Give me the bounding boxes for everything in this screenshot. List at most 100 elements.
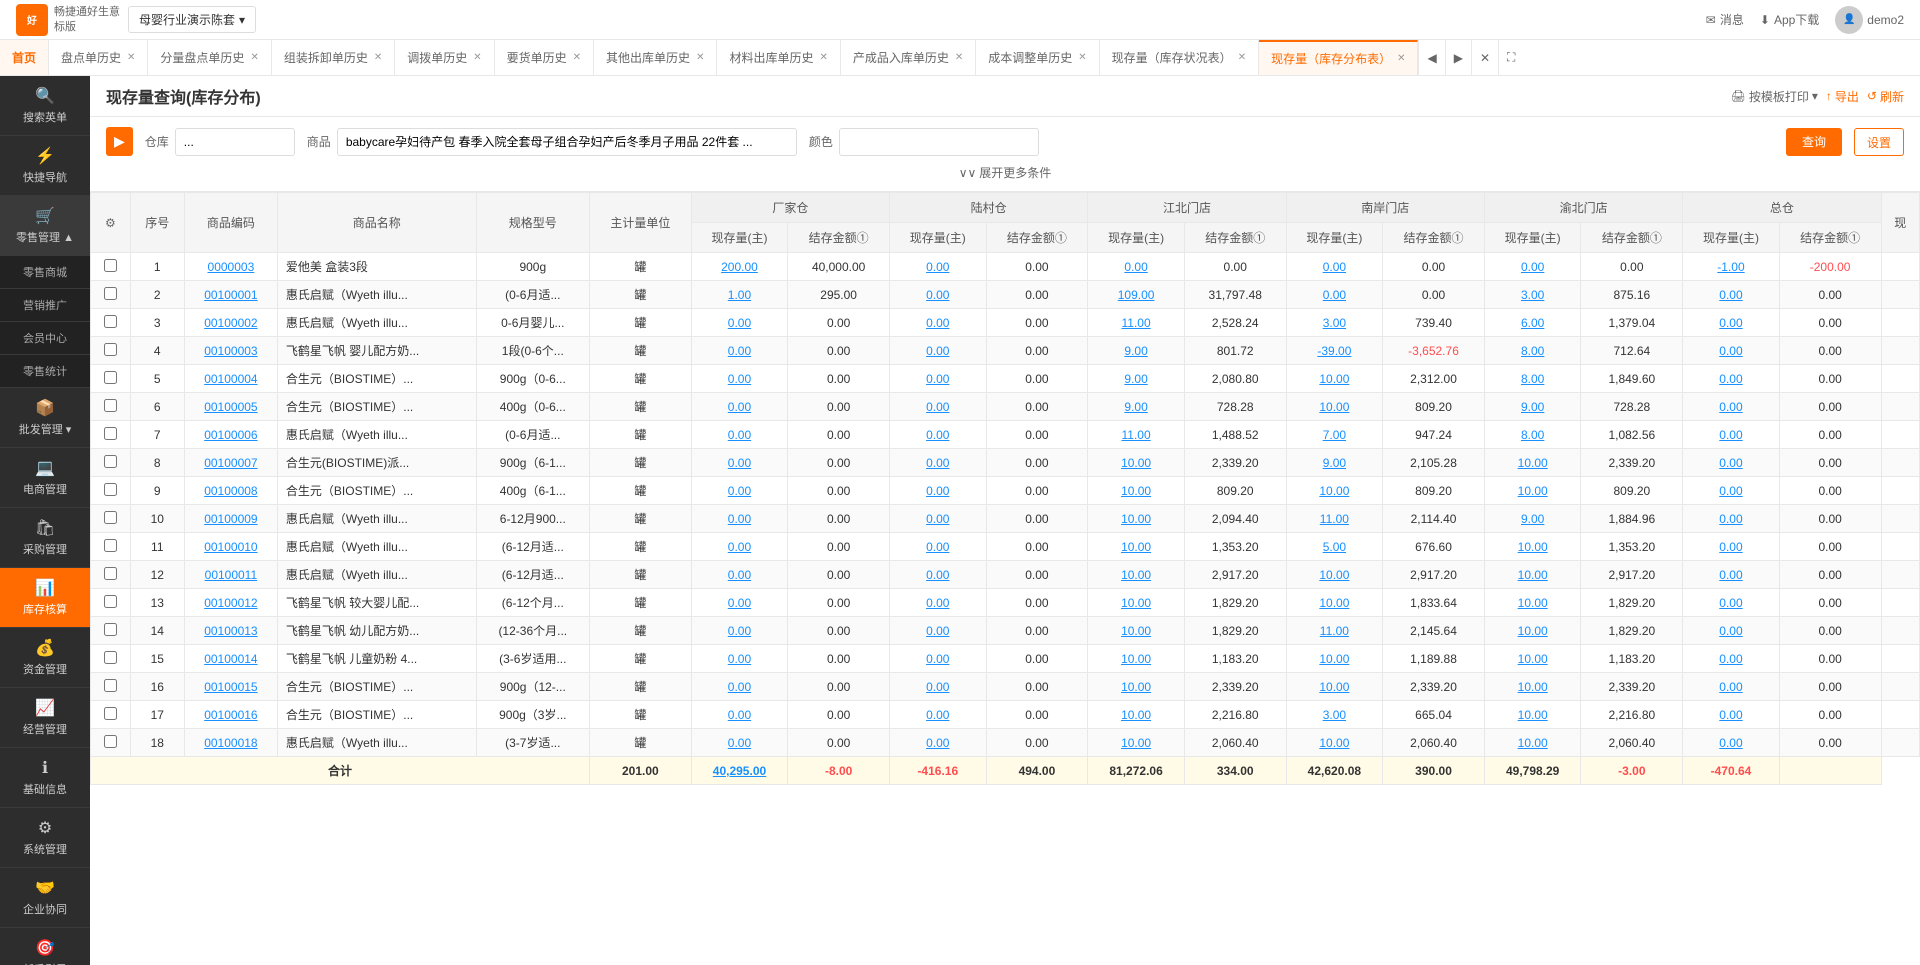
row-yb-qty[interactable]: 8.00	[1484, 337, 1581, 365]
sidebar-item-finance[interactable]: 💰 资金管理	[0, 628, 90, 688]
row-jb-qty[interactable]: 10.00	[1088, 477, 1185, 505]
row-fc-qty[interactable]: 0.00	[691, 309, 788, 337]
row-na-qty[interactable]: 10.00	[1286, 729, 1383, 757]
print-button[interactable]: 🖨 按模板打印 ▾	[1731, 88, 1818, 105]
row-yb-qty[interactable]: 10.00	[1484, 673, 1581, 701]
tab-close-all-btn[interactable]: ✕	[1471, 40, 1498, 75]
row-fc-qty[interactable]: 0.00	[691, 673, 788, 701]
row-na-qty[interactable]: 3.00	[1286, 701, 1383, 729]
row-code[interactable]: 00100009	[184, 505, 277, 533]
sidebar-item-retail-store[interactable]: 零售商城	[0, 256, 90, 289]
row-code[interactable]: 00100013	[184, 617, 277, 645]
row-lc-qty[interactable]: 0.00	[890, 701, 987, 729]
row-code[interactable]: 00100015	[184, 673, 277, 701]
row-yb-qty[interactable]: 8.00	[1484, 421, 1581, 449]
row-yb-qty[interactable]: 10.00	[1484, 645, 1581, 673]
row-check[interactable]	[91, 421, 131, 449]
row-code[interactable]: 00100005	[184, 393, 277, 421]
row-total-qty[interactable]: 0.00	[1683, 309, 1780, 337]
sidebar-item-ecommerce[interactable]: 💻 电商管理	[0, 448, 90, 508]
row-code[interactable]: 00100006	[184, 421, 277, 449]
row-check[interactable]	[91, 309, 131, 337]
gear-icon[interactable]: ⚙	[105, 216, 116, 230]
row-total-qty[interactable]: 0.00	[1683, 589, 1780, 617]
row-code[interactable]: 00100003	[184, 337, 277, 365]
row-yb-qty[interactable]: 9.00	[1484, 393, 1581, 421]
row-na-qty[interactable]: 0.00	[1286, 253, 1383, 281]
row-na-qty[interactable]: 10.00	[1286, 673, 1383, 701]
row-fc-qty[interactable]: 0.00	[691, 701, 788, 729]
toggle-search-btn[interactable]: ▶	[106, 127, 133, 156]
row-fc-qty[interactable]: 200.00	[691, 253, 788, 281]
refresh-button[interactable]: ↺ 刷新	[1867, 88, 1904, 105]
tab-close-icon[interactable]: ✕	[473, 52, 481, 63]
tab-close-icon[interactable]: ✕	[1078, 52, 1086, 63]
app-download-button[interactable]: ⬇ App下载	[1760, 11, 1819, 28]
row-total-qty[interactable]: 0.00	[1683, 701, 1780, 729]
row-jb-qty[interactable]: 10.00	[1088, 589, 1185, 617]
row-na-qty[interactable]: 10.00	[1286, 561, 1383, 589]
query-button[interactable]: 查询	[1786, 128, 1842, 156]
row-lc-qty[interactable]: 0.00	[890, 449, 987, 477]
row-jb-qty[interactable]: 10.00	[1088, 729, 1185, 757]
warehouse-input[interactable]	[175, 128, 295, 156]
row-code[interactable]: 0000003	[184, 253, 277, 281]
tab-fullscreen-btn[interactable]: ⛶	[1498, 40, 1523, 75]
row-yb-qty[interactable]: 10.00	[1484, 701, 1581, 729]
row-code[interactable]: 00100007	[184, 449, 277, 477]
row-total-qty[interactable]: 0.00	[1683, 673, 1780, 701]
row-yb-qty[interactable]: 8.00	[1484, 365, 1581, 393]
row-check[interactable]	[91, 281, 131, 309]
user-profile[interactable]: 👤 demo2	[1835, 6, 1904, 34]
tab-close-icon[interactable]: ✕	[955, 52, 963, 63]
row-total-qty[interactable]: 0.00	[1683, 505, 1780, 533]
row-lc-qty[interactable]: 0.00	[890, 505, 987, 533]
row-yb-qty[interactable]: 10.00	[1484, 729, 1581, 757]
row-lc-qty[interactable]: 0.00	[890, 589, 987, 617]
row-fc-qty[interactable]: 0.00	[691, 589, 788, 617]
row-check[interactable]	[91, 337, 131, 365]
row-na-qty[interactable]: 7.00	[1286, 421, 1383, 449]
tab-close-icon[interactable]: ✕	[819, 52, 827, 63]
sidebar-item-system[interactable]: ⚙ 系统管理	[0, 808, 90, 868]
tab-other-outbound[interactable]: 其他出库单历史 ✕	[594, 40, 717, 75]
row-jb-qty[interactable]: 10.00	[1088, 505, 1185, 533]
row-jb-qty[interactable]: 11.00	[1088, 421, 1185, 449]
row-lc-qty[interactable]: 0.00	[890, 365, 987, 393]
row-yb-qty[interactable]: 10.00	[1484, 533, 1581, 561]
row-check[interactable]	[91, 673, 131, 701]
tab-cost-adjust[interactable]: 成本调整单历史 ✕	[976, 40, 1099, 75]
row-code[interactable]: 00100002	[184, 309, 277, 337]
row-fc-qty[interactable]: 0.00	[691, 617, 788, 645]
row-check[interactable]	[91, 505, 131, 533]
tab-next-btn[interactable]: ▶	[1445, 40, 1471, 75]
tab-transfer[interactable]: 调拨单历史 ✕	[395, 40, 494, 75]
sidebar-item-member[interactable]: 会员中心	[0, 322, 90, 355]
row-check[interactable]	[91, 645, 131, 673]
row-check[interactable]	[91, 393, 131, 421]
tab-partial-stocktake[interactable]: 分量盘点单历史 ✕	[148, 40, 271, 75]
row-code[interactable]: 00100012	[184, 589, 277, 617]
tab-inventory-distribution[interactable]: 现存量（库存分布表）✕	[1259, 40, 1418, 75]
row-total-qty[interactable]: 0.00	[1683, 561, 1780, 589]
row-fc-qty[interactable]: 0.00	[691, 729, 788, 757]
tab-close-icon[interactable]: ✕	[250, 52, 258, 63]
row-fc-qty[interactable]: 0.00	[691, 449, 788, 477]
row-jb-qty[interactable]: 10.00	[1088, 645, 1185, 673]
sidebar-item-operations[interactable]: 📈 经营管理	[0, 688, 90, 748]
row-jb-qty[interactable]: 11.00	[1088, 309, 1185, 337]
row-jb-qty[interactable]: 109.00	[1088, 281, 1185, 309]
row-check[interactable]	[91, 701, 131, 729]
sidebar-item-wholesale[interactable]: 📦 批发管理 ▾	[0, 388, 90, 448]
row-fc-qty[interactable]: 0.00	[691, 533, 788, 561]
row-total-qty[interactable]: 0.00	[1683, 421, 1780, 449]
row-code[interactable]: 00100010	[184, 533, 277, 561]
sidebar-item-retail[interactable]: 🛒 零售管理 ▲	[0, 196, 90, 256]
tab-stocktake-history[interactable]: 盘点单历史 ✕	[49, 40, 148, 75]
row-total-qty[interactable]: 0.00	[1683, 281, 1780, 309]
row-code[interactable]: 00100004	[184, 365, 277, 393]
row-jb-qty[interactable]: 10.00	[1088, 533, 1185, 561]
row-jb-qty[interactable]: 9.00	[1088, 365, 1185, 393]
sidebar-item-basic[interactable]: ℹ 基础信息	[0, 748, 90, 808]
color-input[interactable]	[839, 128, 1039, 156]
